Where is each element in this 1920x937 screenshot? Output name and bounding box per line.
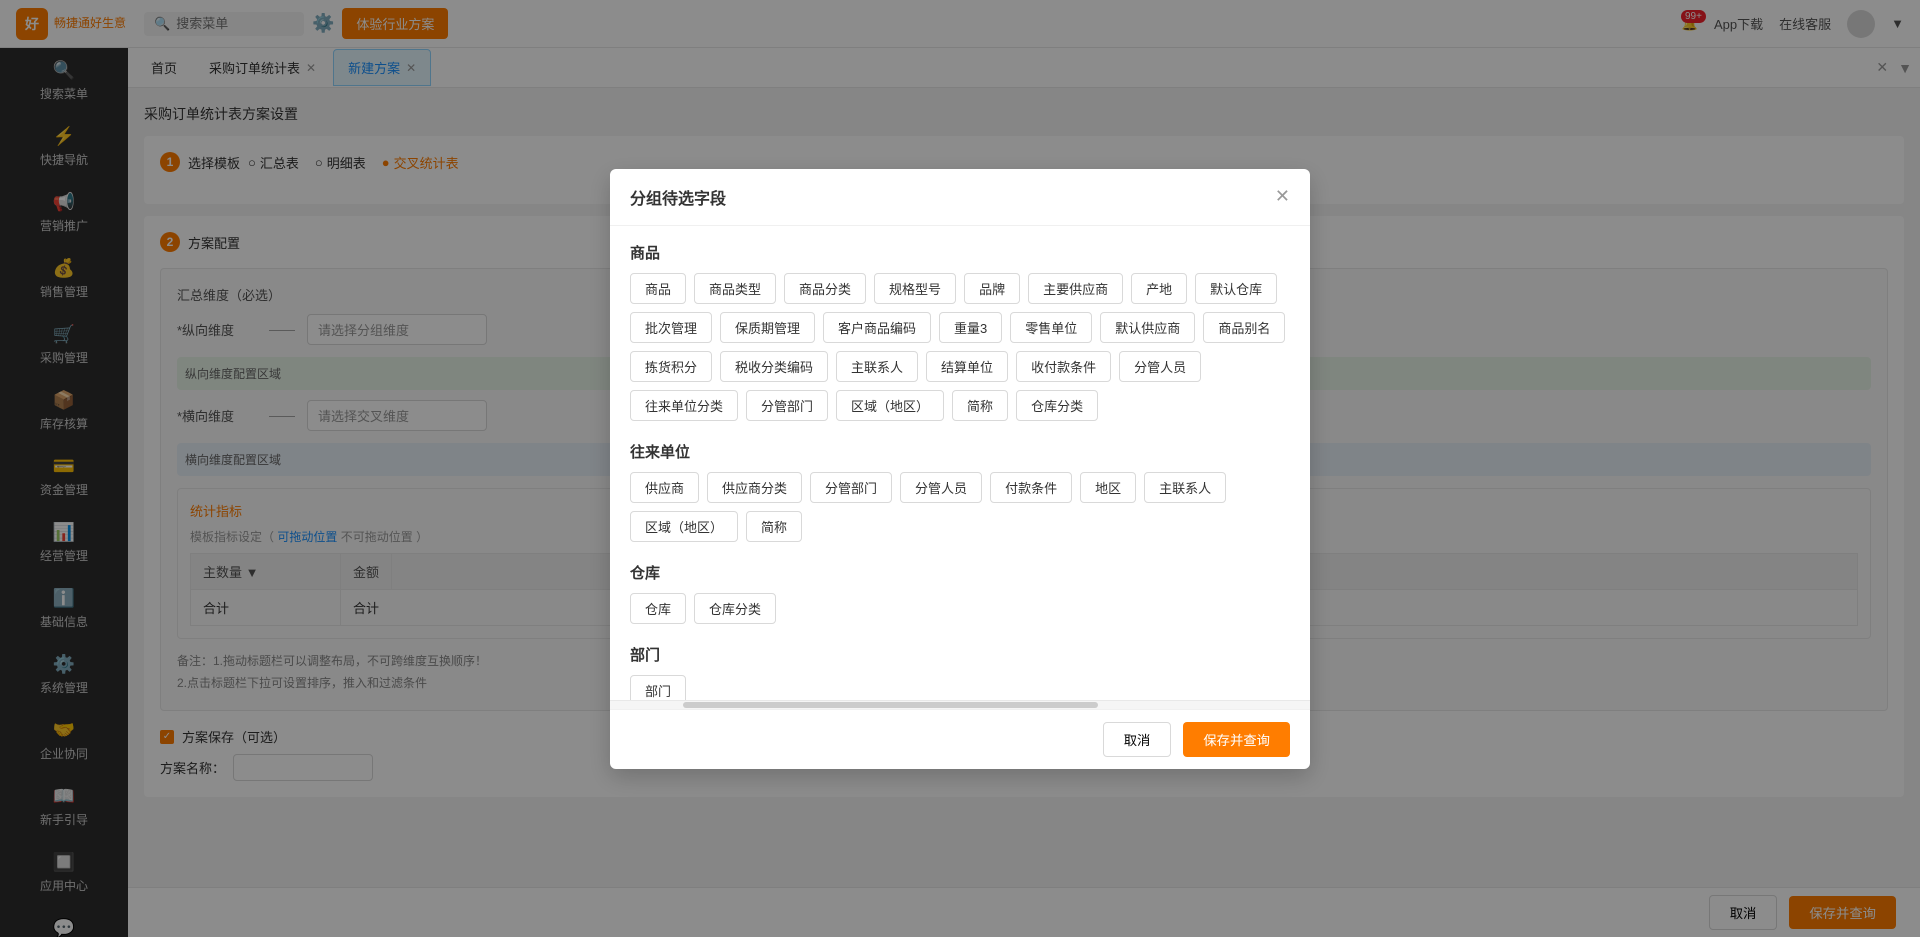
field-tag[interactable]: 重量3 (939, 312, 1002, 343)
field-tag[interactable]: 主要供应商 (1028, 273, 1123, 304)
field-tags-goods: 商品 商品类型 商品分类 规格型号 品牌 主要供应商 产地 默认仓库 批次管理 … (630, 273, 1290, 421)
field-tag[interactable]: 默认仓库 (1195, 273, 1277, 304)
field-tag[interactable]: 简称 (952, 390, 1008, 421)
field-tag[interactable]: 客户商品编码 (823, 312, 931, 343)
field-tag[interactable]: 商品类型 (694, 273, 776, 304)
field-tag[interactable]: 主联系人 (836, 351, 918, 382)
hscroll-bar (683, 702, 1098, 708)
field-tag[interactable]: 主联系人 (1144, 472, 1226, 503)
field-group-dept-title: 部门 (630, 644, 1290, 665)
field-tag[interactable]: 商品 (630, 273, 686, 304)
field-tag[interactable]: 保质期管理 (720, 312, 815, 343)
field-tag[interactable]: 商品分类 (784, 273, 866, 304)
field-tag[interactable]: 付款条件 (990, 472, 1072, 503)
field-tag[interactable]: 默认供应商 (1100, 312, 1195, 343)
field-tag[interactable]: 仓库分类 (694, 593, 776, 624)
field-tags-dept: 部门 (630, 675, 1290, 701)
field-group-dept: 部门 部门 (630, 644, 1290, 701)
field-tag[interactable]: 商品别名 (1203, 312, 1285, 343)
field-tags-warehouse: 仓库 仓库分类 (630, 593, 1290, 624)
modal-title: 分组待选字段 (630, 185, 726, 209)
field-group-partner: 往来单位 供应商 供应商分类 分管部门 分管人员 付款条件 地区 主联系人 区域… (630, 441, 1290, 542)
field-tag[interactable]: 品牌 (964, 273, 1020, 304)
field-tag[interactable]: 税收分类编码 (720, 351, 828, 382)
modal-overlay: 分组待选字段 ✕ 商品 商品 商品类型 商品分类 规格型号 品牌 主要供应商 产… (0, 0, 1920, 937)
field-group-goods-title: 商品 (630, 242, 1290, 263)
modal-close-button[interactable]: ✕ (1275, 186, 1290, 207)
field-tag[interactable]: 零售单位 (1010, 312, 1092, 343)
field-tag[interactable]: 批次管理 (630, 312, 712, 343)
field-tag[interactable]: 拣货积分 (630, 351, 712, 382)
modal-body: 商品 商品 商品类型 商品分类 规格型号 品牌 主要供应商 产地 默认仓库 批次… (610, 226, 1310, 701)
field-tag[interactable]: 区域（地区） (836, 390, 944, 421)
field-tag[interactable]: 供应商 (630, 472, 699, 503)
field-group-warehouse: 仓库 仓库 仓库分类 (630, 562, 1290, 624)
field-tag[interactable]: 分管人员 (1119, 351, 1201, 382)
field-tags-partner: 供应商 供应商分类 分管部门 分管人员 付款条件 地区 主联系人 区域（地区） … (630, 472, 1290, 542)
modal-cancel-button[interactable]: 取消 (1103, 722, 1172, 757)
modal-footer: 取消 保存并查询 (610, 709, 1310, 769)
field-tag[interactable]: 规格型号 (874, 273, 956, 304)
field-tag[interactable]: 简称 (746, 511, 802, 542)
field-tag[interactable]: 地区 (1080, 472, 1136, 503)
field-group-warehouse-title: 仓库 (630, 562, 1290, 583)
field-tag[interactable]: 分管部门 (810, 472, 892, 503)
field-tag[interactable]: 区域（地区） (630, 511, 738, 542)
field-select-modal: 分组待选字段 ✕ 商品 商品 商品类型 商品分类 规格型号 品牌 主要供应商 产… (610, 169, 1310, 769)
modal-hscroll[interactable] (610, 700, 1310, 708)
field-group-partner-title: 往来单位 (630, 441, 1290, 462)
field-tag[interactable]: 收付款条件 (1016, 351, 1111, 382)
modal-header: 分组待选字段 ✕ (610, 169, 1310, 226)
field-tag[interactable]: 仓库 (630, 593, 686, 624)
field-tag[interactable]: 部门 (630, 675, 686, 701)
field-tag[interactable]: 供应商分类 (707, 472, 802, 503)
field-group-goods: 商品 商品 商品类型 商品分类 规格型号 品牌 主要供应商 产地 默认仓库 批次… (630, 242, 1290, 421)
field-tag[interactable]: 分管部门 (746, 390, 828, 421)
field-tag[interactable]: 产地 (1131, 273, 1187, 304)
modal-save-button[interactable]: 保存并查询 (1183, 722, 1290, 757)
field-tag[interactable]: 仓库分类 (1016, 390, 1098, 421)
field-tag[interactable]: 分管人员 (900, 472, 982, 503)
field-tag[interactable]: 往来单位分类 (630, 390, 738, 421)
field-tag[interactable]: 结算单位 (926, 351, 1008, 382)
